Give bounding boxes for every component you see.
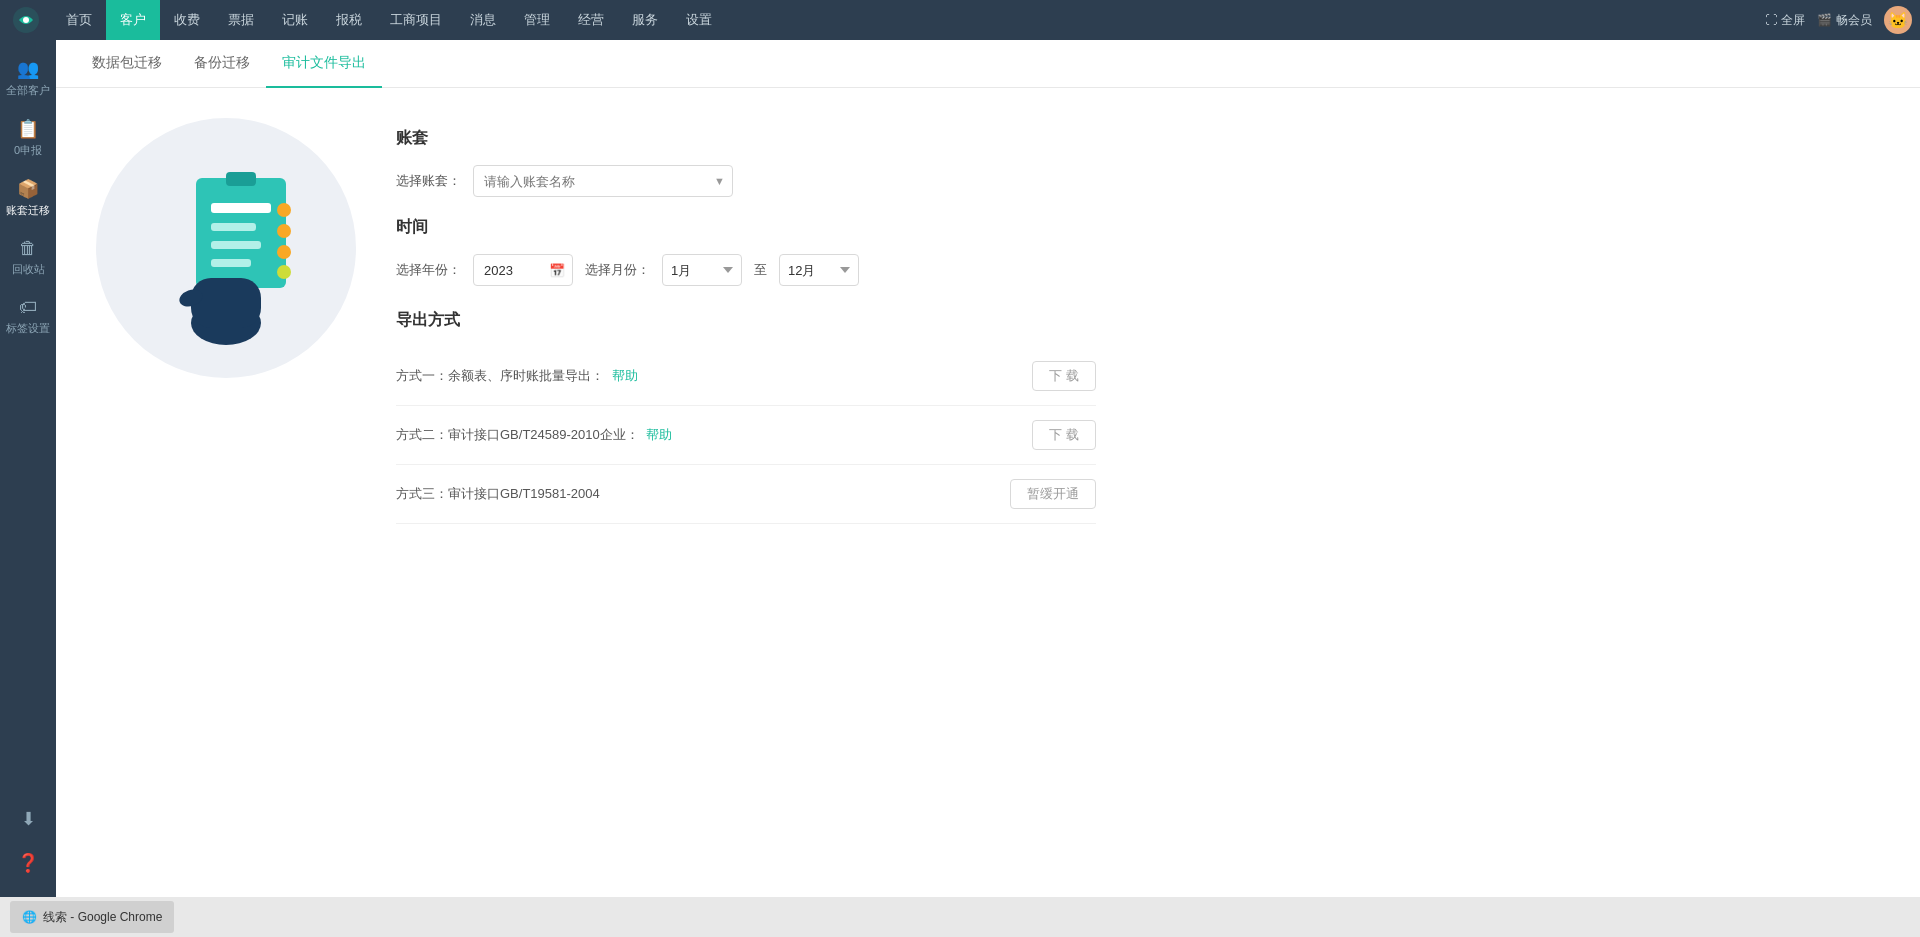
- year-label: 选择年份：: [396, 261, 461, 279]
- sidebar-item-recycle[interactable]: 🗑 回收站: [2, 230, 54, 285]
- sidebar-item-account-migration[interactable]: 📦 账套迁移: [2, 170, 54, 226]
- account-label: 选择账套：: [396, 172, 461, 190]
- recycle-icon: 🗑: [19, 238, 37, 259]
- sidebar-item-label: 标签设置: [6, 321, 50, 336]
- sidebar-help-button[interactable]: ❓: [2, 845, 54, 881]
- nav-item-工商项目[interactable]: 工商项目: [376, 0, 456, 40]
- method-1-download-button[interactable]: 下 载: [1032, 361, 1096, 391]
- export-title: 导出方式: [396, 310, 1096, 331]
- chevron-down-icon: ▼: [714, 175, 725, 187]
- declaration-icon: 📋: [17, 118, 39, 140]
- page-content: 账套 选择账套： ▼ 时间 选择年份： 📅: [56, 88, 1920, 897]
- month-start-select[interactable]: 1月2月3月4月 5月6月7月8月 9月10月11月12月: [662, 254, 742, 286]
- sidebar-download-button[interactable]: ⬇: [2, 801, 54, 837]
- sidebar-item-label: 0申报: [14, 143, 42, 158]
- method-1-label: 方式一：余额表、序时账批量导出： 帮助: [396, 367, 1016, 385]
- export-method-section: 导出方式 方式一：余额表、序时账批量导出： 帮助 下 载 方式二：审计接口GB/…: [396, 310, 1096, 524]
- nav-item-报税[interactable]: 报税: [322, 0, 376, 40]
- svg-point-1: [23, 17, 29, 23]
- month-end-wrap: 1月2月3月4月 5月6月7月8月 9月10月11月12月: [779, 254, 859, 286]
- fullscreen-label: 全屏: [1781, 12, 1805, 29]
- content-area: 数据包迁移 备份迁移 审计文件导出: [56, 40, 1920, 897]
- sidebar-item-zero-declaration[interactable]: 📋 0申报: [2, 110, 54, 166]
- member-button[interactable]: 🎬 畅会员: [1817, 12, 1872, 29]
- year-input-wrap: 📅: [473, 254, 573, 286]
- member-icon: 🎬: [1817, 13, 1832, 27]
- tag-icon: 🏷: [19, 297, 37, 318]
- sidebar-item-label: 全部客户: [6, 83, 50, 98]
- migration-icon: 📦: [17, 178, 39, 200]
- nav-item-记账[interactable]: 记账: [268, 0, 322, 40]
- svg-point-10: [277, 265, 291, 279]
- nav-item-设置[interactable]: 设置: [672, 0, 726, 40]
- method-2-label: 方式二：审计接口GB/T24589-2010企业： 帮助: [396, 426, 1016, 444]
- svg-rect-13: [191, 278, 261, 328]
- method-1-help-link[interactable]: 帮助: [612, 368, 638, 383]
- method-2-help-link[interactable]: 帮助: [646, 427, 672, 442]
- export-container: 账套 选择账套： ▼ 时间 选择年份： 📅: [96, 118, 1880, 524]
- calendar-icon: 📅: [549, 263, 565, 278]
- svg-point-7: [277, 203, 291, 217]
- account-select-row: 选择账套： ▼: [396, 165, 1096, 197]
- sidebar-bottom: ⬇ ❓: [2, 801, 54, 897]
- method-row-1: 方式一：余额表、序时账批量导出： 帮助 下 载: [396, 347, 1096, 406]
- nav-menu: 首页客户收费票据记账报税工商项目消息管理经营服务设置: [52, 0, 1765, 40]
- nav-item-客户[interactable]: 客户: [106, 0, 160, 40]
- method-3-open-button[interactable]: 暂缓开通: [1010, 479, 1096, 509]
- illustration: [96, 118, 356, 378]
- tab-data-migration[interactable]: 数据包迁移: [76, 40, 178, 88]
- svg-point-8: [277, 224, 291, 238]
- main-layout: 👥 全部客户 📋 0申报 📦 账套迁移 🗑 回收站 🏷 标签设置 ⬇ ❓: [0, 40, 1920, 897]
- member-label: 畅会员: [1836, 12, 1872, 29]
- taskbar: 🌐 线索 - Google Chrome: [0, 897, 1920, 937]
- taskbar-item-label: 线索 - Google Chrome: [43, 909, 162, 926]
- svg-rect-4: [211, 223, 256, 231]
- month-label: 选择月份：: [585, 261, 650, 279]
- svg-rect-11: [226, 172, 256, 186]
- svg-rect-3: [211, 203, 271, 213]
- month-start-wrap: 1月2月3月4月 5月6月7月8月 9月10月11月12月: [662, 254, 742, 286]
- sidebar: 👥 全部客户 📋 0申报 📦 账套迁移 🗑 回收站 🏷 标签设置 ⬇ ❓: [0, 40, 56, 897]
- sidebar-item-tag-settings[interactable]: 🏷 标签设置: [2, 289, 54, 344]
- method-row-3: 方式三：审计接口GB/T19581-2004 暂缓开通: [396, 465, 1096, 524]
- svg-rect-5: [211, 241, 261, 249]
- nav-item-首页[interactable]: 首页: [52, 0, 106, 40]
- sidebar-item-label: 账套迁移: [6, 203, 50, 218]
- app-logo[interactable]: [8, 2, 44, 38]
- nav-item-消息[interactable]: 消息: [456, 0, 510, 40]
- tabs-bar: 数据包迁移 备份迁移 审计文件导出: [56, 40, 1920, 88]
- account-section-title: 账套: [396, 128, 1096, 149]
- svg-rect-2: [196, 178, 286, 288]
- taskbar-chrome-item[interactable]: 🌐 线索 - Google Chrome: [10, 901, 174, 933]
- nav-item-管理[interactable]: 管理: [510, 0, 564, 40]
- clients-icon: 👥: [17, 58, 39, 80]
- chrome-icon: 🌐: [22, 910, 37, 924]
- time-row: 选择年份： 📅 选择月份： 1月2月3月4月 5月6月7月8月 9月10月11月…: [396, 254, 1096, 286]
- illustration-svg: [136, 148, 316, 348]
- svg-point-9: [277, 245, 291, 259]
- time-section-title: 时间: [396, 217, 1096, 238]
- nav-item-收费[interactable]: 收费: [160, 0, 214, 40]
- method-2-download-button[interactable]: 下 载: [1032, 420, 1096, 450]
- fullscreen-icon: ⛶: [1765, 13, 1777, 27]
- nav-right: ⛶ 全屏 🎬 畅会员 🐱: [1765, 6, 1912, 34]
- method-3-label: 方式三：审计接口GB/T19581-2004: [396, 485, 994, 503]
- svg-rect-6: [211, 259, 251, 267]
- sidebar-item-all-clients[interactable]: 👥 全部客户: [2, 50, 54, 106]
- to-text: 至: [754, 261, 767, 279]
- fullscreen-button[interactable]: ⛶ 全屏: [1765, 12, 1805, 29]
- nav-item-服务[interactable]: 服务: [618, 0, 672, 40]
- nav-item-票据[interactable]: 票据: [214, 0, 268, 40]
- month-end-select[interactable]: 1月2月3月4月 5月6月7月8月 9月10月11月12月: [779, 254, 859, 286]
- method-row-2: 方式二：审计接口GB/T24589-2010企业： 帮助 下 载: [396, 406, 1096, 465]
- tab-audit-export[interactable]: 审计文件导出: [266, 40, 382, 88]
- account-select-wrap: ▼: [473, 165, 733, 197]
- avatar[interactable]: 🐱: [1884, 6, 1912, 34]
- top-navigation: 首页客户收费票据记账报税工商项目消息管理经营服务设置 ⛶ 全屏 🎬 畅会员 🐱: [0, 0, 1920, 40]
- nav-item-经营[interactable]: 经营: [564, 0, 618, 40]
- sidebar-item-label: 回收站: [12, 262, 45, 277]
- form-panel: 账套 选择账套： ▼ 时间 选择年份： 📅: [396, 118, 1096, 524]
- tab-backup-migration[interactable]: 备份迁移: [178, 40, 266, 88]
- account-input[interactable]: [473, 165, 733, 197]
